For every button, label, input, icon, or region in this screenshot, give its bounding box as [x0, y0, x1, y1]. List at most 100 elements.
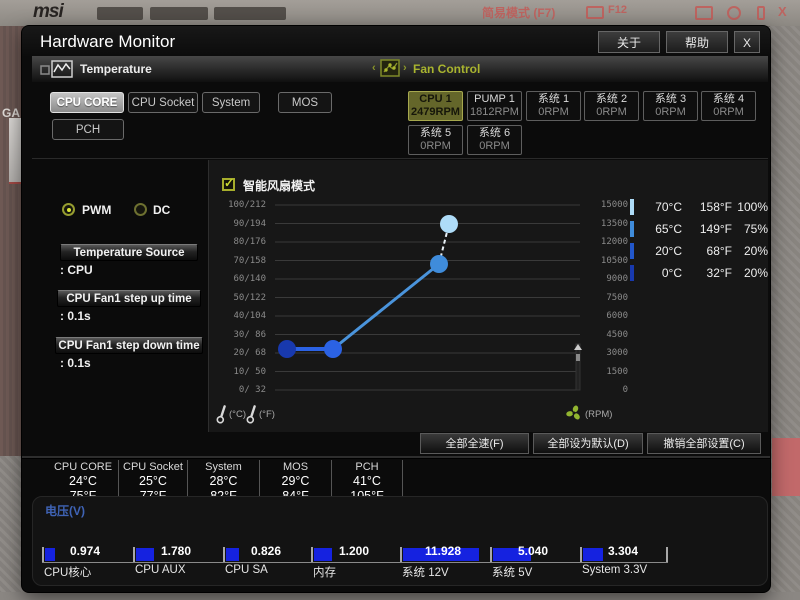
voltage-value: 1.780	[160, 544, 192, 558]
fan-rpm: 0RPM	[538, 106, 569, 118]
fan-box-sys1[interactable]: 系统 1 0RPM	[526, 91, 581, 121]
screen: msi 简易模式 (F7) F12 X GA Hardware Monitor …	[0, 0, 800, 600]
bios-title-text	[97, 7, 143, 20]
step-up-time-value: : 0.1s	[60, 309, 91, 323]
fan-curve-point-1[interactable]	[278, 340, 296, 358]
bios-title-text	[150, 7, 208, 20]
step-down-time-value: : 0.1s	[60, 356, 91, 370]
voltage-item: 0.826 CPU SA	[223, 542, 311, 584]
curve-segment-2	[332, 262, 440, 351]
all-set-default-button[interactable]: 全部设为默认(D)	[533, 433, 643, 454]
pwm-label: PWM	[82, 203, 112, 217]
easy-mode-button[interactable]: 简易模式 (F7)	[482, 4, 555, 21]
legend-temp-f: 32°F	[706, 266, 732, 280]
legend-temp-c: 0°C	[661, 266, 682, 280]
legend-duty-pct: 20%	[743, 266, 768, 280]
legend-temp-c: 65°C	[655, 222, 682, 236]
sensor-celsius: 25°C	[139, 474, 167, 488]
voltage-item: 1.200 内存	[311, 542, 399, 584]
fan-curve-chart	[275, 204, 582, 391]
background-right	[770, 26, 800, 600]
msi-logo: msi	[33, 1, 64, 22]
temp-button-system[interactable]: System	[202, 92, 260, 113]
temp-button-pch[interactable]: PCH	[52, 119, 124, 140]
temperature-source-value: : CPU	[60, 263, 93, 277]
sensor-celsius: 28°C	[209, 474, 238, 488]
voltage-value: 5.040	[517, 544, 549, 558]
radio-dot	[66, 207, 71, 212]
fan-name: CPU 1	[419, 93, 452, 105]
voltage-label: System 3.3V	[582, 564, 648, 576]
voltage-item: 5.040 系统 5V	[490, 542, 578, 584]
fan-curve-point-2[interactable]	[324, 340, 342, 358]
voltage-value: 3.304	[607, 544, 639, 558]
fan-prev-icon[interactable]: ‹	[372, 62, 376, 74]
fan-name: 系统 4	[712, 93, 745, 105]
fan-control-section-label: Fan Control	[413, 62, 481, 76]
fan-box-sys2[interactable]: 系统 2 0RPM	[584, 91, 639, 121]
sensor-name: MOS	[282, 461, 309, 473]
sensor-name: CPU Socket	[123, 461, 183, 473]
all-full-speed-button[interactable]: 全部全速(F)	[420, 433, 529, 454]
undo-all-settings-button[interactable]: 撤销全部设置(C)	[647, 433, 761, 454]
sensor-name: CPU CORE	[53, 461, 113, 473]
about-button[interactable]: 关于	[598, 31, 660, 53]
close-button[interactable]: X	[734, 31, 760, 53]
fan-curve-point-3[interactable]	[430, 255, 448, 273]
legend-temp-f: 149°F	[699, 222, 732, 236]
speaker-icon[interactable]	[757, 6, 765, 20]
fan-box-pump1[interactable]: PUMP 1 1812RPM	[467, 91, 522, 121]
step-up-time-button[interactable]: CPU Fan1 step up time	[57, 290, 201, 307]
fan-rpm: 0RPM	[420, 140, 451, 152]
legend-duty-pct: 20%	[743, 244, 768, 258]
fan-name: 系统 2	[595, 93, 628, 105]
legend-temp-f: 158°F	[699, 200, 732, 214]
sensor-celsius: 24°C	[69, 474, 97, 488]
background-red-accent	[772, 438, 800, 496]
voltage-item: 11.928 系统 12V	[400, 542, 488, 584]
fan-name: 系统 1	[537, 93, 570, 105]
bell-icon[interactable]	[727, 6, 741, 20]
rpm-slider[interactable]	[574, 343, 582, 391]
fan-box-sys4[interactable]: 系统 4 0RPM	[701, 91, 756, 121]
voltage-value: 0.826	[250, 544, 282, 558]
temperature-source-button[interactable]: Temperature Source	[60, 244, 198, 261]
bios-close-icon[interactable]: X	[778, 4, 787, 19]
rpm-unit-label: (RPM)	[585, 409, 613, 420]
f12-label: F12	[608, 4, 627, 16]
voltage-value: 1.200	[338, 544, 370, 558]
monitor-icon[interactable]	[695, 6, 713, 20]
sensor-celsius: 41°C	[353, 474, 381, 488]
help-button[interactable]: 帮助	[666, 31, 728, 53]
fahrenheit-unit-label: (°F)	[259, 409, 275, 420]
dc-radio[interactable]	[134, 203, 147, 216]
fan-name: PUMP 1	[474, 93, 515, 105]
background-left	[0, 26, 24, 456]
bios-taskbar: msi 简易模式 (F7) F12 X	[0, 0, 800, 27]
voltage-item: 1.780 CPU AUX	[133, 542, 221, 584]
fan-box-sys3[interactable]: 系统 3 0RPM	[643, 91, 698, 121]
temp-button-cpu-socket[interactable]: CPU Socket	[128, 92, 198, 113]
fan-box-sys6[interactable]: 系统 6 0RPM	[467, 125, 522, 155]
temp-button-mos[interactable]: MOS	[278, 92, 332, 113]
sensor-name: System	[205, 461, 242, 473]
gridlines	[275, 204, 580, 391]
background-left-bottom	[0, 456, 22, 600]
step-down-time-button[interactable]: CPU Fan1 step down time	[55, 337, 203, 354]
fan-curve-point-4[interactable]	[440, 215, 458, 233]
fan-rpm: 1812RPM	[470, 106, 519, 118]
voltage-value: 11.928	[424, 544, 462, 558]
fan-next-icon[interactable]: ›	[403, 62, 407, 74]
legend-color-bar	[630, 265, 634, 281]
fan-box-sys5[interactable]: 系统 5 0RPM	[408, 125, 463, 155]
fan-name: 系统 5	[419, 127, 452, 139]
temp-button-cpu-core[interactable]: CPU CORE	[50, 92, 124, 113]
pwm-radio[interactable]	[62, 203, 75, 216]
legend-color-bar	[630, 221, 634, 237]
fan-rpm: 2479RPM	[411, 106, 460, 118]
screenshot-icon[interactable]	[586, 6, 604, 19]
legend-duty-pct: 100%	[737, 200, 768, 214]
fan-box-cpu1[interactable]: CPU 1 2479RPM	[408, 91, 463, 121]
temperature-section-label: Temperature	[80, 62, 152, 76]
background-bottom	[0, 592, 800, 600]
